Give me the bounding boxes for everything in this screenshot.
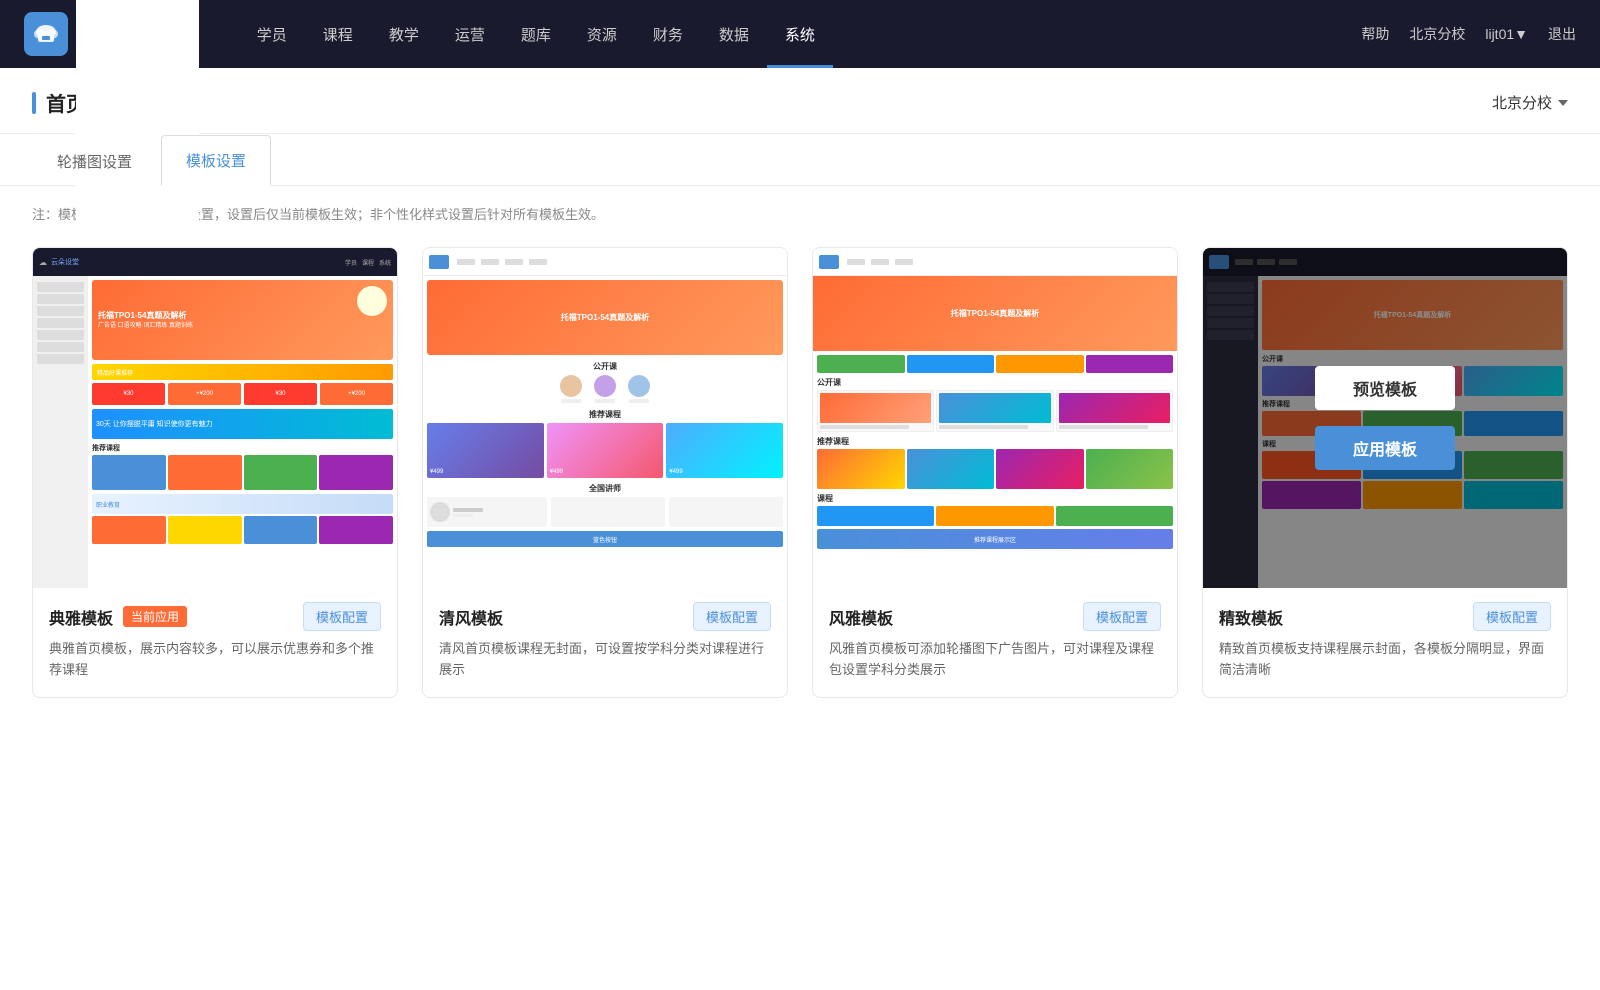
template-card-fengya: 托福TPO1-54真题及解析 公开课 [812,247,1178,698]
nav-right: 帮助 北京分校 lijt01▼ 退出 [1361,24,1576,44]
branch-selector[interactable]: 北京分校 [1492,92,1568,129]
tab-carousel[interactable]: 轮播图设置 [32,136,157,186]
nav-logout[interactable]: 退出 [1548,24,1576,44]
navbar: 云朵设堂 教育机构一站 式服务云平台 学员 课程 教学 运营 题库 资源 财务 … [0,0,1600,68]
template-name-diannya: 典雅模板 [49,605,113,629]
apply-btn-jingzhi[interactable]: 应用模板 [1315,426,1455,470]
template-card-diannya: ☁ 云朵设堂 学员 课程 系统 [32,247,398,698]
nav-branch[interactable]: 北京分校 [1409,24,1465,44]
config-btn-qingfeng[interactable]: 模板配置 [693,602,771,631]
template-preview-qingfeng: 托福TPO1-54真题及解析 公开课 [423,248,787,588]
qingfeng-banner-btn: 蓝色按钮 [427,531,783,547]
tabs-bar: 轮播图设置 模板设置 [0,134,1600,186]
template-info-jingzhi: 精致模板 模板配置 精致首页模板支持课程展示封面，各模板分隔明显，界面简洁清晰 [1203,588,1567,697]
logo-icon [24,12,68,56]
chevron-down-icon [1558,100,1568,106]
nav-item-resources[interactable]: 资源 [569,0,635,68]
nav-item-system[interactable]: 系统 [767,0,833,68]
template-overlay-jingzhi: 预览模板 应用模板 [1203,248,1567,588]
config-btn-diannya[interactable]: 模板配置 [303,602,381,631]
template-name-row-fengya: 风雅模板 模板配置 [829,602,1161,631]
template-preview-diannya: ☁ 云朵设堂 学员 课程 系统 [33,248,397,588]
preview-btn-jingzhi[interactable]: 预览模板 [1315,366,1455,410]
branch-name: 北京分校 [1492,92,1552,113]
template-desc-jingzhi: 精致首页模板支持课程展示封面，各模板分隔明显，界面简洁清晰 [1219,639,1551,681]
template-name-jingzhi: 精致模板 [1219,605,1283,629]
config-btn-fengya[interactable]: 模板配置 [1083,602,1161,631]
nav-item-students[interactable]: 学员 [239,0,305,68]
template-name-row-qingfeng: 清风模板 模板配置 [439,602,771,631]
config-btn-jingzhi[interactable]: 模板配置 [1473,602,1551,631]
tab-template[interactable]: 模板设置 [161,135,271,186]
nav-item-teaching[interactable]: 教学 [371,0,437,68]
notice: 注：模板有部分个性化样式设置，设置后仅当前模板生效；非个性化样式设置后针对所有模… [0,186,1600,231]
template-card-qingfeng: 托福TPO1-54真题及解析 公开课 [422,247,788,698]
badge-current-diannya: 当前应用 [123,606,187,627]
nav-items: 学员 课程 教学 运营 题库 资源 财务 数据 系统 [239,0,1362,68]
template-card-jingzhi: 托福TPO1-54真题及解析 公开课 推荐课程 [1202,247,1568,698]
nav-item-finance[interactable]: 财务 [635,0,701,68]
nav-item-questions[interactable]: 题库 [503,0,569,68]
nav-help[interactable]: 帮助 [1361,24,1389,44]
template-info-diannya: 典雅模板 当前应用 模板配置 典雅首页模板，展示内容较多，可以展示优惠券和多个推… [33,588,397,697]
template-info-qingfeng: 清风模板 模板配置 清风首页模板课程无封面，可设置按学科分类对课程进行展示 [423,588,787,697]
template-desc-diannya: 典雅首页模板，展示内容较多，可以展示优惠券和多个推荐课程 [49,639,381,681]
nav-item-data[interactable]: 数据 [701,0,767,68]
template-desc-fengya: 风雅首页模板可添加轮播图下广告图片，可对课程及课程包设置学科分类展示 [829,639,1161,681]
template-preview-jingzhi: 托福TPO1-54真题及解析 公开课 推荐课程 [1203,248,1567,588]
template-name-qingfeng: 清风模板 [439,605,503,629]
template-info-fengya: 风雅模板 模板配置 风雅首页模板可添加轮播图下广告图片，可对课程及课程包设置学科… [813,588,1177,697]
template-desc-qingfeng: 清风首页模板课程无封面，可设置按学科分类对课程进行展示 [439,639,771,681]
nav-user[interactable]: lijt01▼ [1485,26,1528,42]
template-grid: ☁ 云朵设堂 学员 课程 系统 [0,231,1600,738]
nav-item-courses[interactable]: 课程 [305,0,371,68]
template-name-fengya: 风雅模板 [829,605,893,629]
page-header: 首页模板 北京分校 [0,68,1600,134]
template-preview-fengya: 托福TPO1-54真题及解析 公开课 [813,248,1177,588]
template-name-row-diannya: 典雅模板 当前应用 模板配置 [49,602,381,631]
main-content: 首页模板 北京分校 轮播图设置 模板设置 注：模板有部分个性化样式设置，设置后仅… [0,68,1600,990]
nav-item-operations[interactable]: 运营 [437,0,503,68]
template-name-row-jingzhi: 精致模板 模板配置 [1219,602,1551,631]
